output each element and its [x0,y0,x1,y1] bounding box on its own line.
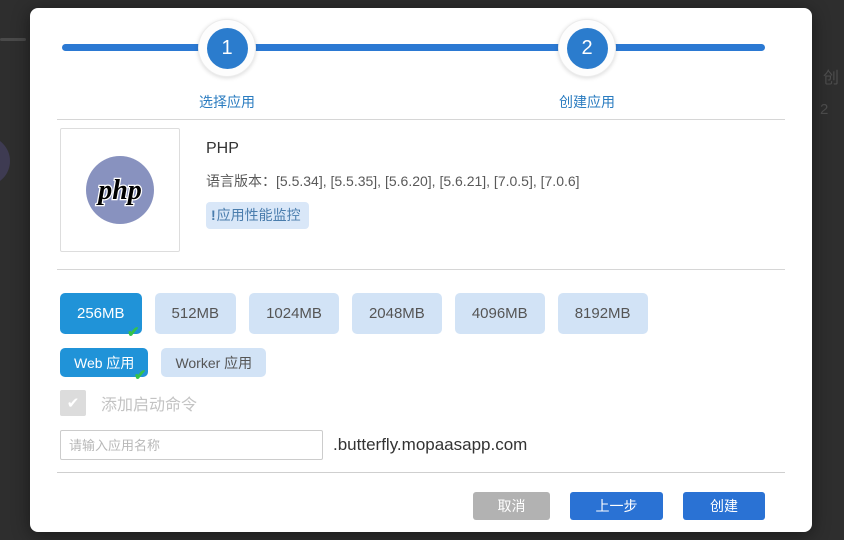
app-type-web[interactable]: Web 应用 ✔ [60,348,149,383]
memory-option-256mb[interactable]: 256MB ✔ [60,293,142,340]
selected-check-icon: ✔ [133,367,147,384]
previous-step-button[interactable]: 上一步 [570,492,663,520]
dimmed-page-logo-fragment [0,136,10,186]
step-2-number: 2 [566,27,608,69]
memory-option-2048mb[interactable]: 2048MB [351,293,442,334]
apm-badge: !应用性能监控 [206,202,309,229]
step-1-number: 1 [206,27,248,69]
memory-option-512mb[interactable]: 512MB [154,293,237,334]
dimmed-page-fragment [0,38,26,41]
app-type-worker[interactable]: Worker 应用 [161,348,267,377]
step-1-select-app: 1 选择应用 [167,19,287,112]
app-info: PHP 语言版本：[5.5.34], [5.5.35], [5.6.20], [… [206,128,580,260]
app-name-input[interactable] [60,430,323,460]
create-app-dialog: 1 选择应用 2 创建应用 php PHP 语言版本：[5.5.34], [5.… [30,8,812,532]
exclamation-icon: ! [211,207,216,223]
app-versions: 语言版本：[5.5.34], [5.5.35], [5.6.20], [5.6.… [206,171,580,191]
memory-option-8192mb[interactable]: 8192MB [557,293,648,334]
memory-option-label: 256MB [77,305,125,322]
memory-option-label: 1024MB [266,305,322,322]
php-logo-icon: php [86,156,154,224]
dimmed-page-text: 2 [820,101,829,118]
svg-text:php: php [96,175,142,206]
create-button[interactable]: 创建 [683,492,765,520]
selected-check-icon: ✔ [126,324,140,341]
app-type-row: Web 应用 ✔ Worker 应用 [30,334,812,383]
memory-options-row: 256MB ✔ 512MB 1024MB 2048MB 4096MB 8192M… [30,270,812,340]
startup-command-checkbox[interactable]: ✔ [60,389,86,416]
step-2-node: 2 [558,19,616,77]
app-type-label: Web 应用 [74,354,135,371]
startup-command-label: 添加启动命令 [101,396,198,414]
memory-option-label: 2048MB [368,305,425,322]
stepper: 1 选择应用 2 创建应用 [30,8,812,119]
cancel-button[interactable]: 取消 [473,492,550,520]
memory-option-label: 4096MB [471,305,528,322]
memory-option-4096mb[interactable]: 4096MB [454,293,545,334]
app-type-label: Worker 应用 [175,354,253,371]
step-2-create-app: 2 创建应用 [527,19,647,112]
domain-suffix: .butterfly.mopaasapp.com [333,435,528,454]
app-title: PHP [206,140,239,157]
memory-option-label: 512MB [171,305,220,322]
step-1-node: 1 [198,19,256,77]
startup-command-row: ✔ 添加启动命令 [30,377,812,416]
apm-badge-label: 应用性能监控 [216,207,301,223]
dialog-footer: 取消 上一步 创建 [30,473,812,520]
app-name-row: .butterfly.mopaasapp.com [30,416,812,460]
versions-list: [5.5.34], [5.5.35], [5.6.20], [5.6.21], … [276,173,580,189]
step-1-label: 选择应用 [199,94,255,110]
memory-option-1024mb[interactable]: 1024MB [249,293,339,334]
dimmed-page-text: 创 [823,70,840,87]
step-2-label: 创建应用 [559,94,615,110]
versions-label: 语言版本： [206,173,276,189]
memory-option-label: 8192MB [574,305,631,322]
selected-app-section: php PHP 语言版本：[5.5.34], [5.5.35], [5.6.20… [30,120,812,260]
php-app-card[interactable]: php [60,128,180,252]
